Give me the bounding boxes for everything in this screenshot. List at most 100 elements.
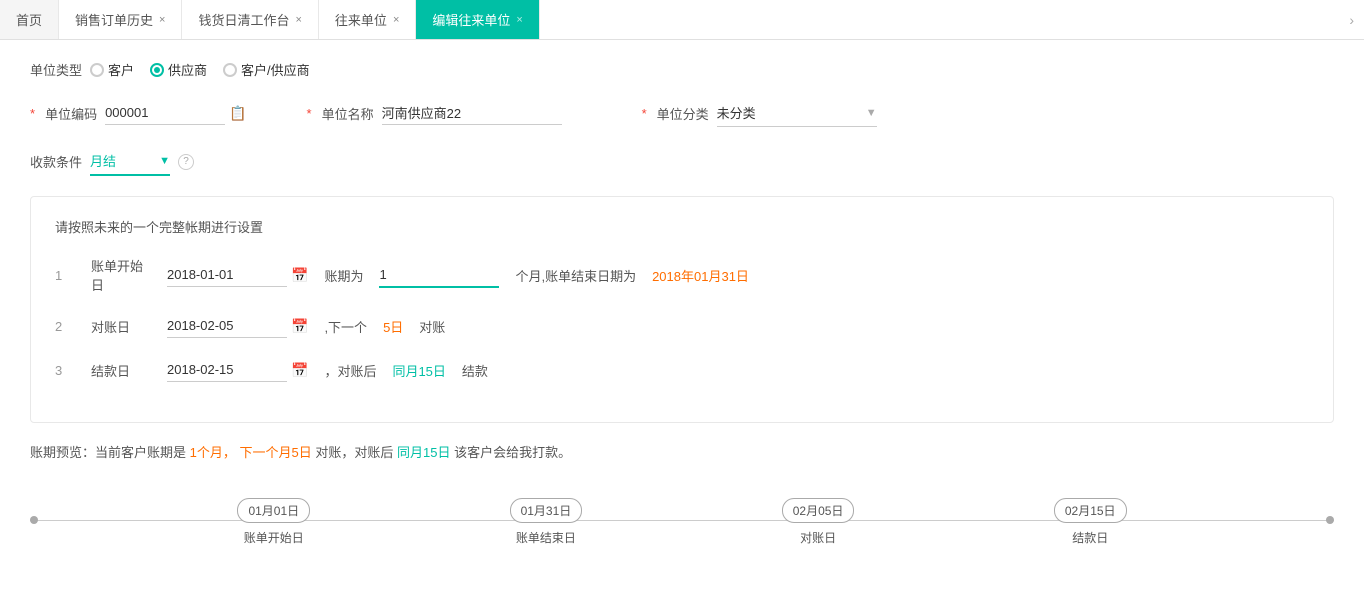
timeline-tag-3: 02月15日 [1054, 498, 1127, 523]
card-title: 请按照未来的一个完整帐期进行设置 [55, 217, 1309, 236]
setting-row-1: 1 账单开始日 📅 账期为 个月,账单结束日期为 2018年01月31日 [55, 256, 1309, 294]
timeline-node-0: 01月01日 账单开始日 [237, 498, 310, 546]
payment-terms-row: 收款条件 月结 ▼ ? [30, 147, 1334, 176]
reconcile-hint-prefix: ,下一个 [324, 317, 367, 336]
payment-hint-suffix: 结款 [462, 361, 488, 380]
radio-customer-supplier[interactable]: 客户/供应商 [223, 60, 310, 79]
tab-sales-order-history[interactable]: 销售订单历史 × [59, 0, 182, 39]
payment-terms-select[interactable]: 月结 ▼ [90, 147, 170, 176]
preview-part3: 对账，对账后 [315, 445, 393, 460]
row-type-3: 结款日 [91, 361, 151, 380]
row-num-1: 1 [55, 268, 75, 283]
unit-classification-group: * 单位分类 未分类 ▼ [642, 99, 877, 127]
preview-part4: 同月15日 [397, 445, 450, 460]
required-star-class: * [642, 106, 647, 121]
radio-group-unit-type: 客户 供应商 客户/供应商 [90, 60, 310, 79]
start-date-input[interactable] [167, 263, 287, 287]
reconcile-date-input[interactable] [167, 314, 287, 338]
setting-row-3: 3 结款日 📅 ，对账后 同月15日 结款 [55, 358, 1309, 382]
period-value-input[interactable] [379, 263, 499, 288]
row-num-3: 3 [55, 363, 75, 378]
timeline-container: 01月01日 账单开始日 01月31日 账单结束日 02月05日 对账日 02月… [30, 488, 1334, 556]
reconcile-date-calendar-icon[interactable]: 📅 [291, 318, 308, 335]
unit-classification-label: 单位分类 [657, 104, 709, 123]
unit-type-group: 单位类型 客户 供应商 客户/供应商 [30, 60, 310, 79]
payment-terms-chevron-icon: ▼ [159, 155, 170, 167]
period-settings-card: 请按照未来的一个完整帐期进行设置 1 账单开始日 📅 账期为 个月,账单结束日期… [30, 196, 1334, 423]
tab-home[interactable]: 首页 [0, 0, 59, 39]
preview-part5: 该客户会给我打款。 [454, 445, 571, 460]
tab-edit-contact-label: 编辑往来单位 [432, 10, 510, 29]
unit-code-input[interactable] [105, 101, 225, 125]
reconcile-hint-highlight: 5日 [383, 317, 403, 336]
tab-edit-contact-close-icon[interactable]: × [516, 14, 522, 26]
unit-classification-value: 未分类 [717, 103, 862, 122]
period-label: 账期为 [324, 266, 363, 285]
tab-cash-goods-workbench[interactable]: 钱货日清工作台 × [182, 0, 318, 39]
unit-code-input-wrapper: 📋 [105, 101, 246, 125]
tab-cash-goods-close-icon[interactable]: × [295, 14, 301, 26]
timeline-items: 01月01日 账单开始日 01月31日 账单结束日 02月05日 对账日 02月… [30, 498, 1334, 546]
payment-date-calendar-icon[interactable]: 📅 [291, 362, 308, 379]
payment-terms-label: 收款条件 [30, 152, 82, 171]
unit-type-row: 单位类型 客户 供应商 客户/供应商 [30, 60, 1334, 79]
tab-edit-contact[interactable]: 编辑往来单位 × [416, 0, 539, 39]
payment-terms-help-icon[interactable]: ? [178, 154, 194, 170]
preview-part1: 1个月， [190, 445, 236, 460]
row-type-1: 账单开始日 [91, 256, 151, 294]
timeline-dot-right [1326, 516, 1334, 524]
radio-customer-circle [90, 63, 104, 77]
payment-date-input[interactable] [167, 358, 287, 382]
unit-classification-select[interactable]: 未分类 ▼ [717, 99, 877, 127]
tab-contacts-close-icon[interactable]: × [393, 14, 399, 26]
unit-name-label: 单位名称 [322, 104, 374, 123]
radio-customer-supplier-circle [223, 63, 237, 77]
timeline-label-1: 账单结束日 [516, 529, 576, 546]
start-date-calendar-icon[interactable]: 📅 [291, 267, 308, 284]
radio-customer-supplier-label: 客户/供应商 [241, 60, 310, 79]
radio-supplier-label: 供应商 [168, 60, 207, 79]
timeline-label-2: 对账日 [800, 529, 836, 546]
period-end-date: 2018年01月31日 [652, 266, 749, 285]
tab-sales-order-close-icon[interactable]: × [159, 14, 165, 26]
start-date-input-wrapper: 📅 [167, 263, 308, 287]
radio-supplier-circle [150, 63, 164, 77]
timeline-label-0: 账单开始日 [244, 529, 304, 546]
timeline-tag-1: 01月31日 [510, 498, 583, 523]
tab-sales-order-label: 销售订单历史 [75, 10, 153, 29]
tab-bar: 首页 销售订单历史 × 钱货日清工作台 × 往来单位 × 编辑往来单位 × › [0, 0, 1364, 40]
unit-name-input[interactable] [382, 101, 562, 125]
unit-code-group: * 单位编码 📋 [30, 101, 247, 125]
timeline-node-2: 02月05日 对账日 [782, 498, 855, 546]
row-type-2: 对账日 [91, 317, 151, 336]
period-unit-label: 个月,账单结束日期为 [515, 266, 636, 285]
radio-supplier[interactable]: 供应商 [150, 60, 207, 79]
unit-code-label: 单位编码 [45, 104, 97, 123]
payment-terms-group: 收款条件 月结 ▼ ? [30, 147, 194, 176]
unit-code-copy-icon[interactable]: 📋 [229, 105, 246, 122]
unit-name-group: * 单位名称 [307, 101, 562, 125]
reconcile-date-input-wrapper: 📅 [167, 314, 308, 338]
main-content: 单位类型 客户 供应商 客户/供应商 * 单位编码 [0, 40, 1364, 608]
timeline-tag-0: 01月01日 [237, 498, 310, 523]
payment-hint-prefix: ，对账后 [324, 361, 376, 380]
timeline-dot-left [30, 516, 38, 524]
unit-classification-chevron-icon: ▼ [866, 107, 877, 119]
timeline-node-1: 01月31日 账单结束日 [510, 498, 583, 546]
tab-cash-goods-label: 钱货日清工作台 [198, 10, 289, 29]
timeline-label-3: 结款日 [1072, 529, 1108, 546]
tab-contacts[interactable]: 往来单位 × [319, 0, 416, 39]
payment-date-input-wrapper: 📅 [167, 358, 308, 382]
unit-info-row: * 单位编码 📋 * 单位名称 * 单位分类 未分类 ▼ [30, 99, 1334, 127]
timeline-tag-2: 02月05日 [782, 498, 855, 523]
payment-terms-value: 月结 [90, 151, 155, 170]
timeline-node-3: 02月15日 结款日 [1054, 498, 1127, 546]
preview-label: 账期预览：当前客户账期是 [30, 445, 186, 460]
required-star-name: * [307, 106, 312, 121]
reconcile-hint-suffix: 对账 [419, 317, 445, 336]
tab-contacts-label: 往来单位 [335, 10, 387, 29]
radio-customer[interactable]: 客户 [90, 60, 134, 79]
tab-scroll-arrow[interactable]: › [1339, 0, 1364, 39]
preview-part2: 下一个月5日 [240, 445, 312, 460]
row-num-2: 2 [55, 319, 75, 334]
